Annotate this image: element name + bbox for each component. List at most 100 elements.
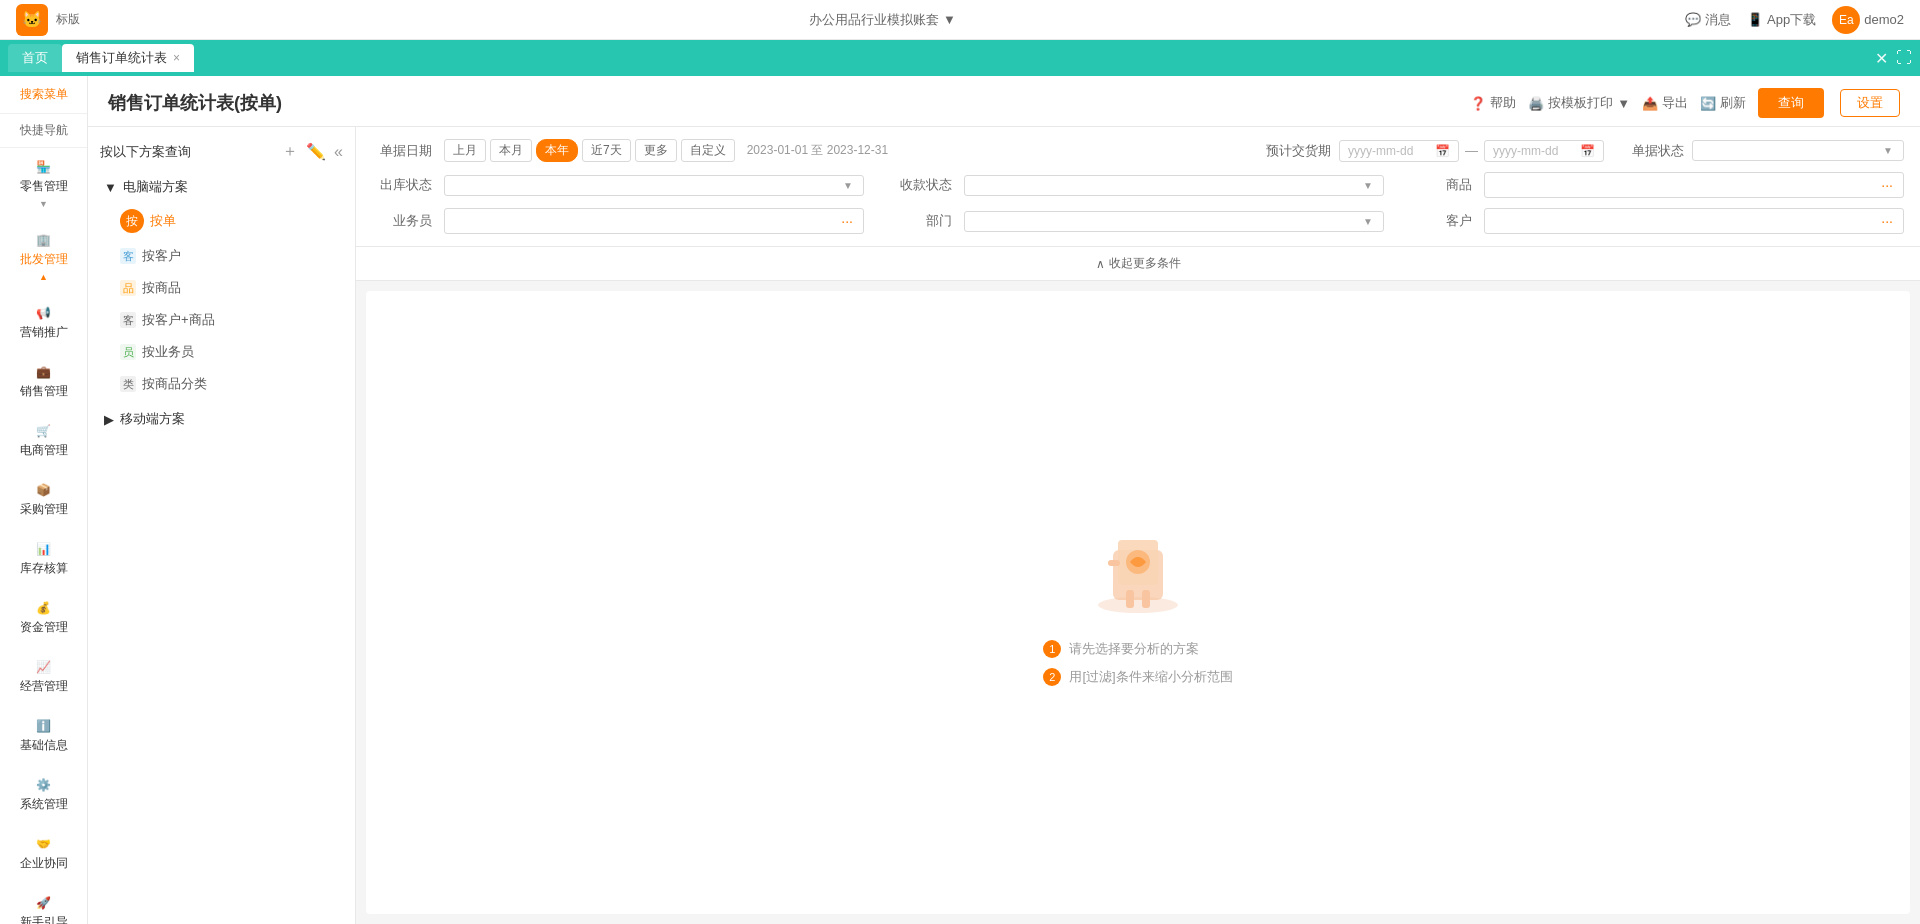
operation-icon: 📈 <box>36 660 51 674</box>
sidebar-item-wholesale[interactable]: 🏢 批发管理 ▲ <box>0 221 87 294</box>
date-range-text: 2023-01-01 至 2023-12-31 <box>747 142 888 159</box>
date-btn-last-month[interactable]: 上月 <box>444 139 486 162</box>
help-button[interactable]: ❓ 帮助 <box>1470 94 1516 112</box>
finance-icon: 💰 <box>36 601 51 615</box>
salesperson-input[interactable]: ··· <box>444 208 864 234</box>
top-bar: 🐱 标版 办公用品行业模拟账套 ▼ 💬 消息 📱 App下载 Ea demo2 <box>0 0 1920 40</box>
page-actions: ❓ 帮助 🖨️ 按模板打印 ▼ 📤 导出 🔄 刷新 查询 设置 <box>1470 88 1900 118</box>
refresh-button[interactable]: 🔄 刷新 <box>1700 94 1746 112</box>
print-icon: 🖨️ <box>1528 96 1544 111</box>
sales-icon: 💼 <box>36 365 51 379</box>
goods-input[interactable]: ··· <box>1484 172 1904 198</box>
chevron-up-icon: ▲ <box>39 272 48 282</box>
empty-state-icon <box>1078 520 1198 620</box>
top-bar-left: 🐱 标版 <box>16 4 80 36</box>
date-btn-custom[interactable]: 自定义 <box>681 139 735 162</box>
sidebar-search[interactable]: 搜索菜单 <box>0 76 87 114</box>
scheme-group-mobile-title[interactable]: ▶ 移动端方案 <box>88 404 355 434</box>
customer-goods-scheme-icon: 客 <box>120 312 136 328</box>
tab-sales-order[interactable]: 销售订单统计表 × <box>62 44 194 72</box>
date-btn-more[interactable]: 更多 <box>635 139 677 162</box>
expected-date-start[interactable]: yyyy-mm-dd 📅 <box>1339 140 1459 162</box>
collapse-label: 收起更多条件 <box>1109 255 1181 272</box>
customer-input[interactable]: ··· <box>1484 208 1904 234</box>
top-bar-right: 💬 消息 📱 App下载 Ea demo2 <box>1685 6 1904 34</box>
svg-rect-6 <box>1108 560 1120 566</box>
date-label: 单据日期 <box>372 142 432 160</box>
status-select[interactable]: ▼ <box>1692 140 1904 161</box>
salesperson-scheme-icon: 员 <box>120 344 136 360</box>
tab-close-icon[interactable]: × <box>173 51 180 65</box>
query-button[interactable]: 查询 <box>1758 88 1824 118</box>
phone-icon: 📱 <box>1747 12 1763 27</box>
goods-more-icon[interactable]: ··· <box>1881 177 1893 193</box>
message-button[interactable]: 💬 消息 <box>1685 11 1731 29</box>
empty-tip-1: 1 请先选择要分析的方案 <box>1043 640 1232 658</box>
settings-button[interactable]: 设置 <box>1840 89 1900 117</box>
help-icon: ❓ <box>1470 96 1486 111</box>
sidebar-item-sales[interactable]: 💼 销售管理 <box>0 353 87 412</box>
inventory-icon: 📊 <box>36 542 51 556</box>
add-scheme-icon[interactable]: ＋ <box>282 141 298 162</box>
purchase-icon: 📦 <box>36 483 51 497</box>
sidebar-quick-nav[interactable]: 快捷导航 <box>0 114 87 148</box>
expected-date-end[interactable]: yyyy-mm-dd 📅 <box>1484 140 1604 162</box>
ship-status-select[interactable]: ▼ <box>444 175 864 196</box>
customer-more-icon[interactable]: ··· <box>1881 213 1893 229</box>
window-close-button[interactable]: ✕ <box>1875 49 1888 68</box>
goods-label: 商品 <box>1412 176 1472 194</box>
print-button[interactable]: 🖨️ 按模板打印 ▼ <box>1528 94 1630 112</box>
left-panel-icons: ＋ ✏️ « <box>282 141 343 162</box>
sidebar-item-ecommerce[interactable]: 🛒 电商管理 <box>0 412 87 471</box>
main-layout: 搜索菜单 快捷导航 🏪 零售管理 ▼ 🏢 批发管理 ▲ 📢 营销推广 💼 销售管… <box>0 76 1920 924</box>
edit-scheme-icon[interactable]: ✏️ <box>306 142 326 161</box>
sidebar-item-enterprise[interactable]: 🤝 企业协同 <box>0 825 87 884</box>
sidebar-item-system[interactable]: ⚙️ 系统管理 <box>0 766 87 825</box>
sidebar-item-finance[interactable]: 💰 资金管理 <box>0 589 87 648</box>
sidebar: 搜索菜单 快捷导航 🏪 零售管理 ▼ 🏢 批发管理 ▲ 📢 营销推广 💼 销售管… <box>0 76 88 924</box>
customer-label: 客户 <box>1412 212 1472 230</box>
scheme-item-by-category[interactable]: 类 按商品分类 <box>88 368 355 400</box>
payment-status-select[interactable]: ▼ <box>964 175 1384 196</box>
app-subtitle: 标版 <box>56 11 80 28</box>
window-maximize-button[interactable]: ⛶ <box>1896 49 1912 68</box>
sidebar-item-retail[interactable]: 🏪 零售管理 ▼ <box>0 148 87 221</box>
scheme-item-by-order[interactable]: 按 按单 <box>88 202 355 240</box>
collapse-panel-icon[interactable]: « <box>334 143 343 161</box>
app-download-button[interactable]: 📱 App下载 <box>1747 11 1816 29</box>
scheme-group-pc-title[interactable]: ▼ 电脑端方案 <box>88 172 355 202</box>
export-button[interactable]: 📤 导出 <box>1642 94 1688 112</box>
tip-num-1: 1 <box>1043 640 1061 658</box>
date-btn-this-year[interactable]: 本年 <box>536 139 578 162</box>
sidebar-item-inventory[interactable]: 📊 库存核算 <box>0 530 87 589</box>
user-menu[interactable]: Ea demo2 <box>1832 6 1904 34</box>
scheme-item-by-goods[interactable]: 品 按商品 <box>88 272 355 304</box>
scheme-item-by-salesperson[interactable]: 员 按业务员 <box>88 336 355 368</box>
page-title: 销售订单统计表(按单) <box>108 91 282 115</box>
department-select[interactable]: ▼ <box>964 211 1384 232</box>
sidebar-item-marketing[interactable]: 📢 营销推广 <box>0 294 87 353</box>
status-area: 单据状态 ▼ <box>1624 140 1904 161</box>
date-separator: — <box>1465 143 1478 158</box>
collapse-bar[interactable]: ∧ 收起更多条件 <box>356 247 1920 281</box>
sidebar-item-basic[interactable]: ℹ️ 基础信息 <box>0 707 87 766</box>
department-label: 部门 <box>892 212 952 230</box>
sidebar-item-purchase[interactable]: 📦 采购管理 <box>0 471 87 530</box>
expected-date-input: yyyy-mm-dd 📅 — yyyy-mm-dd 📅 <box>1339 140 1604 162</box>
enterprise-icon: 🤝 <box>36 837 51 851</box>
scheme-item-by-customer-goods[interactable]: 客 按客户+商品 <box>88 304 355 336</box>
tab-home[interactable]: 首页 <box>8 44 62 72</box>
basic-icon: ℹ️ <box>36 719 51 733</box>
app-title-center[interactable]: 办公用品行业模拟账套 ▼ <box>809 11 956 29</box>
message-icon: 💬 <box>1685 12 1701 27</box>
wholesale-icon: 🏢 <box>36 233 51 247</box>
calendar-start-icon[interactable]: 📅 <box>1435 144 1450 158</box>
sidebar-item-operation[interactable]: 📈 经营管理 <box>0 648 87 707</box>
salesperson-more-icon[interactable]: ··· <box>841 213 853 229</box>
sidebar-item-newuser[interactable]: 🚀 新手引导 <box>0 884 87 924</box>
dropdown-arrow-icon: ▼ <box>943 12 956 27</box>
scheme-item-by-customer[interactable]: 客 按客户 <box>88 240 355 272</box>
date-btn-last-7-days[interactable]: 近7天 <box>582 139 631 162</box>
date-btn-this-month[interactable]: 本月 <box>490 139 532 162</box>
calendar-end-icon[interactable]: 📅 <box>1580 144 1595 158</box>
